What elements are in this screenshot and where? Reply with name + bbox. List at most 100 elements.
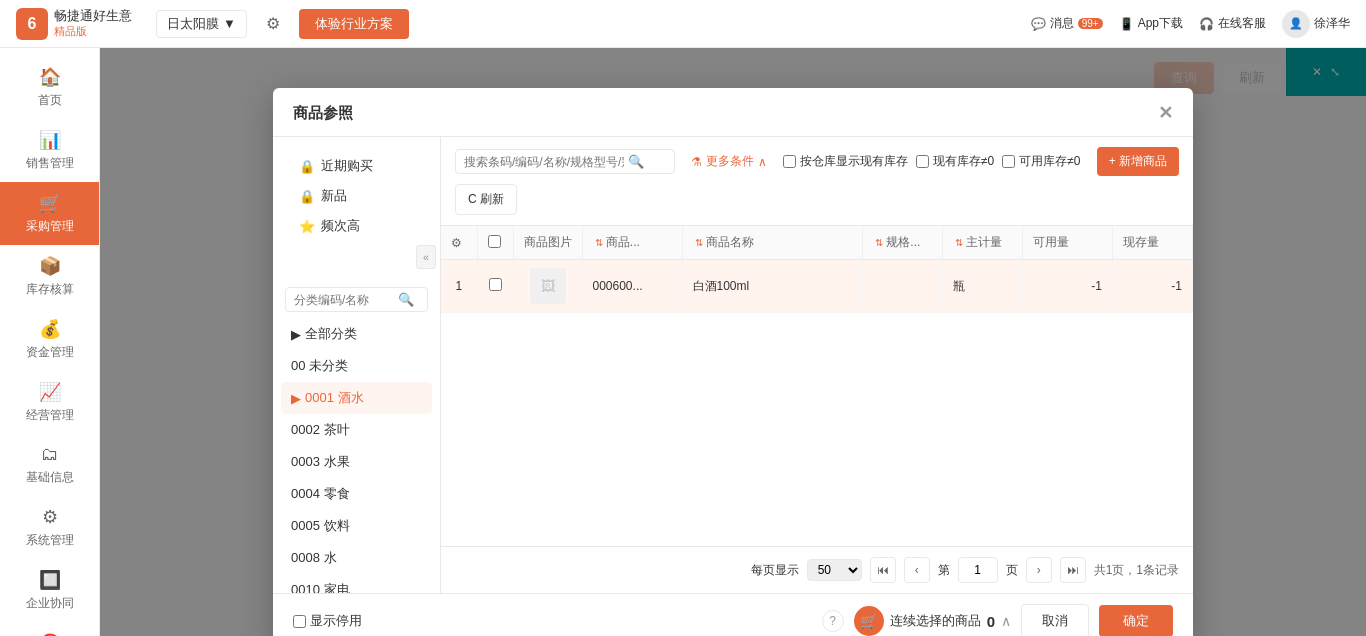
cat-item-0001[interactable]: ▶ 0001 酒水	[281, 382, 432, 414]
sidebar-item-operations[interactable]: 📈 经营管理	[0, 371, 99, 434]
logo-icon: 6	[16, 8, 48, 40]
product-search-box[interactable]: 🔍	[455, 149, 675, 174]
cart-collapse-icon[interactable]: ∧	[1001, 613, 1011, 629]
th-img-label: 商品图片	[524, 235, 572, 249]
last-page-button[interactable]: ⏭	[1060, 557, 1086, 583]
help-icon[interactable]: ?	[822, 610, 844, 632]
modal-left-panel: 🔒 近期购买 🔒 新品 ⭐ 频次高	[273, 137, 441, 593]
page-size-label: 每页显示	[751, 562, 799, 579]
sidebar-item-enterprise[interactable]: 🔲 企业协同	[0, 559, 99, 622]
nav-message[interactable]: 💬 消息 99+	[1031, 15, 1103, 32]
sidebar-item-home[interactable]: 🏠 首页	[0, 56, 99, 119]
td-product-name: 白酒100ml	[682, 260, 863, 313]
user-name: 徐泽华	[1314, 15, 1350, 32]
page-number-input[interactable]	[958, 557, 998, 583]
cat-item-uncategorized[interactable]: 00 未分类	[281, 350, 432, 382]
filter-available-stock[interactable]: 可用库存≠0	[1002, 153, 1080, 170]
nav-right-area: 💬 消息 99+ 📱 App下载 🎧 在线客服 👤 徐泽华	[1031, 10, 1350, 38]
confirm-button[interactable]: 确定	[1099, 605, 1173, 636]
td-product-avail: -1	[1023, 260, 1113, 313]
cat-item-0004[interactable]: 0004 零食	[281, 478, 432, 510]
sidebar-item-inventory[interactable]: 📦 库存核算	[0, 245, 99, 308]
sidebar-item-sales[interactable]: 📊 销售管理	[0, 119, 99, 182]
collapse-panel-button[interactable]: «	[416, 245, 436, 269]
cat-item-0002[interactable]: 0002 茶叶	[281, 414, 432, 446]
sort-arrow-unit: ⇅	[955, 237, 963, 248]
sidebar-label-home: 首页	[38, 92, 62, 109]
inventory-icon: 📦	[39, 255, 61, 277]
add-product-button[interactable]: + 新增商品	[1097, 147, 1179, 176]
sidebar: 🏠 首页 📊 销售管理 🛒 采购管理 📦 库存核算 💰 资金管理 📈 经营管理 …	[0, 48, 100, 636]
category-search-box[interactable]: 🔍	[285, 287, 428, 312]
nav-user[interactable]: 👤 徐泽华	[1282, 10, 1350, 38]
sidebar-item-procurement[interactable]: 🛒 采购管理	[0, 182, 99, 245]
settings-gear-icon[interactable]: ⚙	[259, 10, 287, 38]
chevron-up-icon: ∧	[758, 155, 767, 169]
cat-item-all[interactable]: ▶ 全部分类	[281, 318, 432, 350]
cat-item-0005[interactable]: 0005 饮料	[281, 510, 432, 542]
quick-item-frequent[interactable]: ⭐ 频次高	[289, 211, 424, 241]
product-search-input[interactable]	[464, 155, 624, 169]
headset-icon: 🎧	[1199, 17, 1214, 31]
filter-available-stock-checkbox[interactable]	[1002, 155, 1015, 168]
th-check	[477, 226, 513, 260]
td-row-num: 1	[441, 260, 477, 313]
th-unit[interactable]: ⇅ 主计量	[943, 226, 1023, 260]
next-page-button[interactable]: ›	[1026, 557, 1052, 583]
select-all-checkbox[interactable]	[488, 235, 501, 248]
quick-item-recent[interactable]: 🔒 近期购买	[289, 151, 424, 181]
experience-button[interactable]: 体验行业方案	[299, 9, 409, 39]
category-search-input[interactable]	[294, 293, 394, 307]
td-row-check[interactable]	[477, 260, 513, 313]
arrow-right-icon: ▶	[291, 327, 301, 342]
filter-more-button[interactable]: ⚗ 更多条件 ∧	[683, 149, 775, 174]
sidebar-item-basic-info[interactable]: 🗂 基础信息	[0, 434, 99, 496]
finance-icon: 💰	[39, 318, 61, 340]
th-name[interactable]: ⇅ 商品名称	[682, 226, 863, 260]
show-disabled-checkbox[interactable]	[293, 615, 306, 628]
sidebar-item-finance[interactable]: 💰 资金管理	[0, 308, 99, 371]
row-checkbox[interactable]	[489, 278, 502, 291]
sidebar-label-inventory: 库存核算	[26, 281, 74, 298]
th-name-label: 商品名称	[706, 235, 754, 249]
filter-existing-stock-label: 按仓库显示现有库存	[800, 153, 908, 170]
nav-online-service[interactable]: 🎧 在线客服	[1199, 15, 1266, 32]
cat-item-0003[interactable]: 0003 水果	[281, 446, 432, 478]
prev-page-button[interactable]: ‹	[904, 557, 930, 583]
th-code[interactable]: ⇅ 商品...	[582, 226, 682, 260]
page-size-select[interactable]: 50 20 100	[807, 559, 862, 581]
modal-close-button[interactable]: ✕	[1158, 102, 1173, 124]
table-row[interactable]: 1 🖼 000600...	[441, 260, 1193, 313]
filter-nonzero-stock[interactable]: 现有库存≠0	[916, 153, 994, 170]
new-product-icon: 🔒	[299, 189, 315, 204]
cart-icon[interactable]: 🛒	[854, 606, 884, 636]
cancel-button[interactable]: 取消	[1021, 604, 1089, 636]
category-search-icon: 🔍	[398, 292, 414, 307]
cat-item-0010[interactable]: 0010 家电	[281, 574, 432, 593]
table-settings-icon[interactable]: ⚙	[451, 236, 462, 250]
th-spec[interactable]: ⇅ 规格...	[863, 226, 943, 260]
filter-existing-stock-checkbox[interactable]	[783, 155, 796, 168]
sidebar-label-operations: 经营管理	[26, 407, 74, 424]
cat-item-0008[interactable]: 0008 水	[281, 542, 432, 574]
logo-area: 6 畅捷通好生意 精品版	[16, 8, 132, 40]
logo-main-text: 畅捷通好生意	[54, 8, 132, 25]
filter-nonzero-stock-checkbox[interactable]	[916, 155, 929, 168]
enterprise-icon: 🔲	[39, 569, 61, 591]
table-pagination: 每页显示 50 20 100 ⏮ ‹ 第 页 › ⏭ 共1页，1条记录	[441, 546, 1193, 593]
procurement-icon: 🛒	[39, 192, 61, 214]
store-selector[interactable]: 日太阳膜 ▼	[156, 10, 247, 38]
quick-item-new[interactable]: 🔒 新品	[289, 181, 424, 211]
sidebar-item-guide[interactable]: 🎯 新手引导	[0, 622, 99, 636]
cat-label-0008: 0008 水	[291, 549, 337, 567]
sidebar-item-system[interactable]: ⚙ 系统管理	[0, 496, 99, 559]
search-icon: 🔍	[628, 154, 644, 169]
filter-existing-stock[interactable]: 按仓库显示现有库存	[783, 153, 908, 170]
quick-access-section: 🔒 近期购买 🔒 新品 ⭐ 频次高	[273, 147, 440, 245]
nav-app-download[interactable]: 📱 App下载	[1119, 15, 1183, 32]
first-page-button[interactable]: ⏮	[870, 557, 896, 583]
cat-label-0010: 0010 家电	[291, 581, 350, 593]
refresh-button[interactable]: C 刷新	[455, 184, 517, 215]
show-disabled-checkbox-label[interactable]: 显示停用	[293, 612, 362, 630]
table-body: 1 🖼 000600...	[441, 260, 1193, 313]
